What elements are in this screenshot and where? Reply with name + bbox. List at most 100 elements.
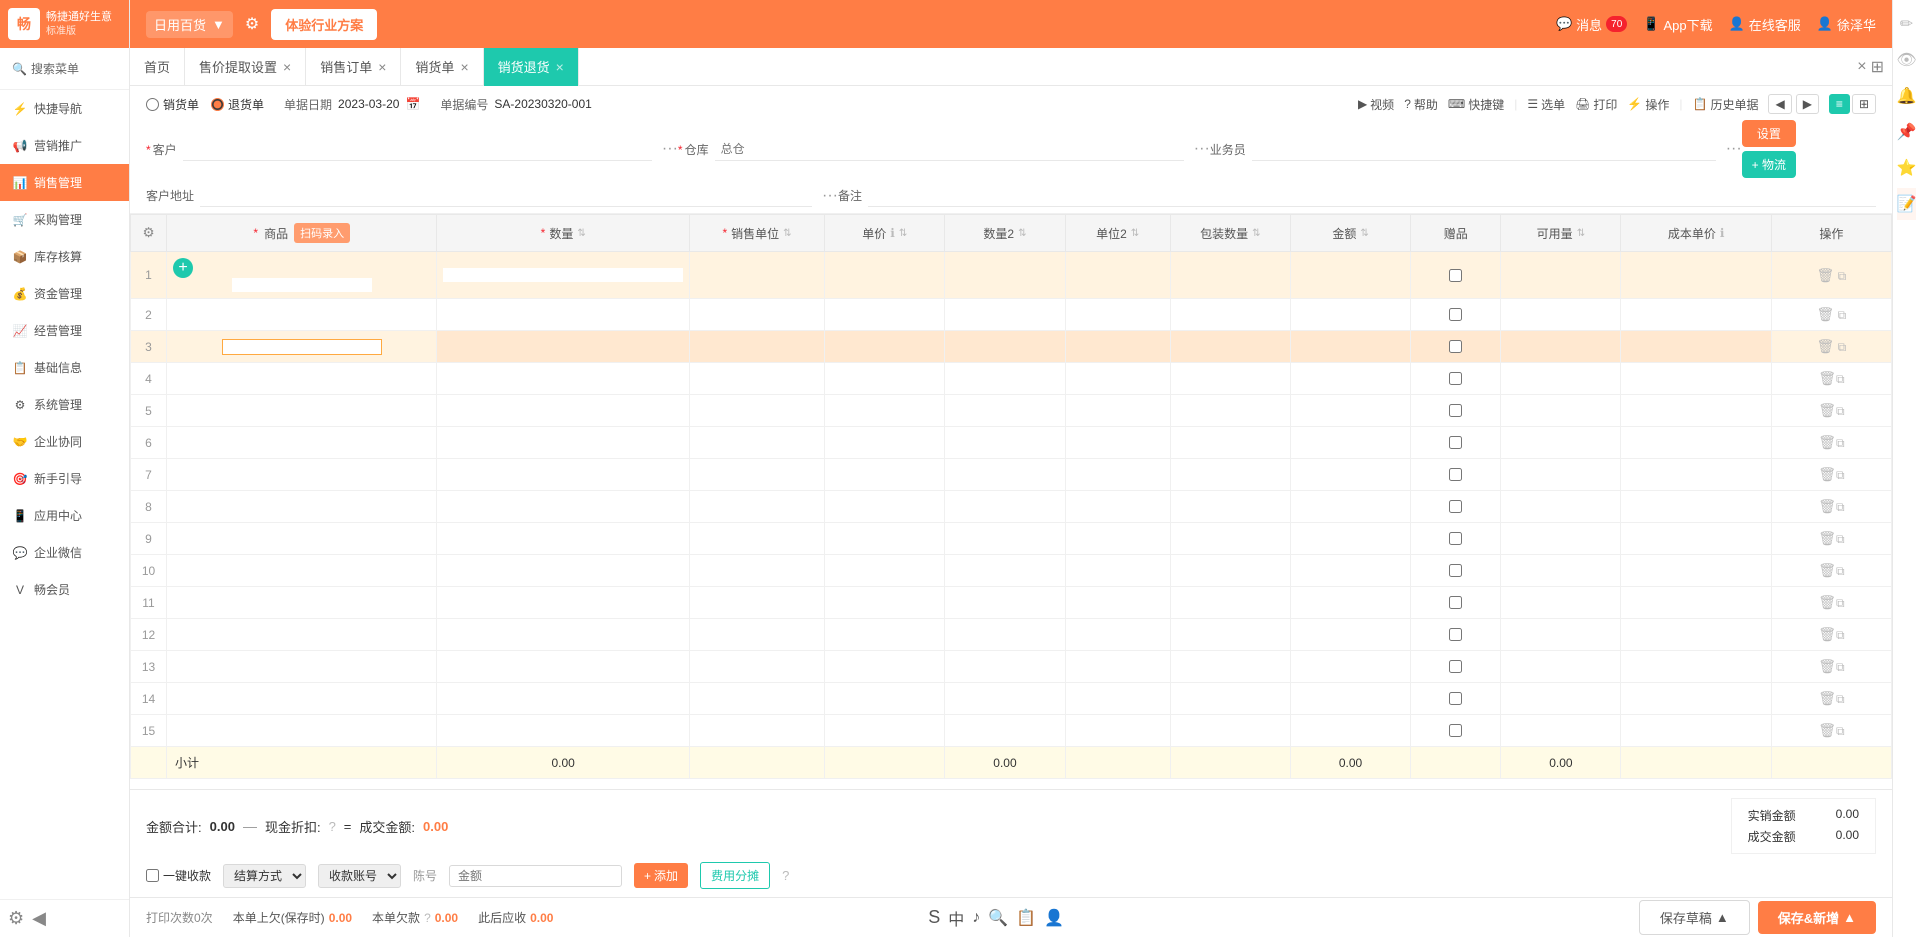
nav-item-wechat[interactable]: 💬 企业微信 <box>0 534 129 571</box>
delete-row-7-button[interactable]: 🗑 <box>1818 466 1836 483</box>
s-icon6[interactable]: 👤 <box>1044 908 1064 928</box>
settings-button[interactable]: 设置 <box>1742 120 1796 147</box>
tab-close-sale-price[interactable]: × <box>283 59 291 75</box>
rp-edit-button[interactable]: ✏ <box>1900 8 1913 40</box>
print-button[interactable]: 🖨 打印 <box>1575 96 1617 113</box>
calendar-icon[interactable]: 📅 <box>405 97 420 111</box>
delete-row-14-button[interactable]: 🗑 <box>1818 690 1836 707</box>
column-settings-button[interactable]: ⚙ <box>143 225 155 241</box>
copy-row-8-button[interactable]: ⧉ <box>1836 500 1845 515</box>
nav-item-marketing[interactable]: 📢 营销推广 <box>0 127 129 164</box>
nav-item-appstore[interactable]: 📱 应用中心 <box>0 497 129 534</box>
gift-checkbox-1[interactable] <box>1449 269 1462 282</box>
qty-sort-icon[interactable]: ⇅ <box>577 228 585 239</box>
add-payment-button[interactable]: + 添加 <box>634 863 688 888</box>
tab-home[interactable]: 首页 <box>130 48 185 86</box>
tab-sale-order[interactable]: 销售订单 × <box>306 48 401 86</box>
save-draft-button[interactable]: 保存草稿 ▲ <box>1639 900 1750 935</box>
delete-row-4-button[interactable]: 🗑 <box>1818 370 1836 387</box>
message-button[interactable]: 💬 消息 70 <box>1556 15 1627 34</box>
qty2-sort-icon[interactable]: ⇅ <box>1018 228 1026 239</box>
sale-radio[interactable] <box>146 98 159 111</box>
list-view-button[interactable]: ≡ <box>1829 94 1850 114</box>
copy-row-3-button[interactable]: ⧉ <box>1838 340 1847 355</box>
qty-input-1[interactable] <box>443 268 682 282</box>
s-icon3[interactable]: ♪ <box>972 909 980 927</box>
delete-row-10-button[interactable]: 🗑 <box>1818 562 1836 579</box>
payment-amount-input[interactable] <box>449 865 622 887</box>
copy-row-14-button[interactable]: ⧉ <box>1836 692 1845 707</box>
copy-row-4-button[interactable]: ⧉ <box>1836 372 1845 387</box>
help-button[interactable]: ? 帮助 <box>1404 96 1438 113</box>
grid-view-button[interactable]: ⊞ <box>1852 94 1876 114</box>
operate-button[interactable]: ⚡ 操作 <box>1627 96 1669 113</box>
rp-pin-button[interactable]: 📌 <box>1897 116 1917 148</box>
gift-checkbox-5[interactable] <box>1449 404 1462 417</box>
address-dots-button[interactable]: ··· <box>822 187 838 205</box>
delete-row-3-button[interactable]: 🗑 <box>1817 338 1835 355</box>
gift-checkbox-7[interactable] <box>1449 468 1462 481</box>
s-icon1[interactable]: S <box>928 907 940 928</box>
amount-sort-icon[interactable]: ⇅ <box>1360 228 1368 239</box>
nav-item-basic[interactable]: 📋 基础信息 <box>0 349 129 386</box>
tab-close-sale-delivery[interactable]: × <box>460 59 468 75</box>
add-product-button[interactable]: + <box>173 258 193 278</box>
delete-row-8-button[interactable]: 🗑 <box>1818 498 1836 515</box>
delete-row-13-button[interactable]: 🗑 <box>1818 658 1836 675</box>
delete-row-1-button[interactable]: 🗑 <box>1817 267 1835 284</box>
gift-checkbox-4[interactable] <box>1449 372 1462 385</box>
tab-sale-price[interactable]: 售价提取设置 × <box>185 48 306 86</box>
user-menu-button[interactable]: 👤 徐泽华 <box>1817 15 1876 34</box>
gift-checkbox-8[interactable] <box>1449 500 1462 513</box>
copy-row-12-button[interactable]: ⧉ <box>1836 628 1845 643</box>
gift-checkbox-11[interactable] <box>1449 596 1462 609</box>
s-icon4[interactable]: 🔍 <box>988 908 1008 928</box>
gift-checkbox-14[interactable] <box>1449 692 1462 705</box>
warehouse-dots-button[interactable]: ··· <box>1194 140 1210 158</box>
nav-item-finance[interactable]: 💰 资金管理 <box>0 275 129 312</box>
delete-row-12-button[interactable]: 🗑 <box>1818 626 1836 643</box>
fee-help-icon[interactable]: ? <box>782 868 789 883</box>
unit2-sort-icon[interactable]: ⇅ <box>1131 228 1139 239</box>
sidebar-settings-button[interactable]: ⚙ <box>8 908 24 929</box>
tab-close-sale-return[interactable]: × <box>556 59 564 75</box>
copy-row-9-button[interactable]: ⧉ <box>1836 532 1845 547</box>
online-service-button[interactable]: 👤 在线客服 <box>1729 15 1801 34</box>
settlement-select[interactable]: 结算方式 <box>223 864 306 888</box>
select-button[interactable]: ☰ 选单 <box>1527 96 1565 113</box>
app-download-button[interactable]: 📱 App下载 <box>1643 15 1712 34</box>
remark-input[interactable] <box>868 184 1876 207</box>
fee-split-button[interactable]: 费用分摊 <box>700 862 770 889</box>
gift-checkbox-13[interactable] <box>1449 660 1462 673</box>
delete-row-15-button[interactable]: 🗑 <box>1818 722 1836 739</box>
tab-sale-delivery[interactable]: 销货单 × <box>401 48 483 86</box>
unit-sort-icon[interactable]: ⇅ <box>783 228 791 239</box>
copy-row-11-button[interactable]: ⧉ <box>1836 596 1845 611</box>
one-click-pay-input[interactable] <box>146 869 159 882</box>
available-sort-icon[interactable]: ⇅ <box>1577 228 1585 239</box>
save-new-button[interactable]: 保存&新增 ▲ <box>1758 901 1876 934</box>
nav-item-purchase[interactable]: 🛒 采购管理 <box>0 201 129 238</box>
rp-active-button[interactable]: 📝 <box>1897 188 1917 220</box>
tab-sale-return[interactable]: 销货退货 × <box>484 48 579 86</box>
gift-checkbox-2[interactable] <box>1449 308 1462 321</box>
packqty-sort-icon[interactable]: ⇅ <box>1252 228 1260 239</box>
product-input-3[interactable] <box>222 339 382 355</box>
copy-row-2-button[interactable]: ⧉ <box>1838 308 1847 323</box>
gift-checkbox-15[interactable] <box>1449 724 1462 737</box>
return-radio-label[interactable]: 退货单 <box>211 96 264 113</box>
rp-bell-button[interactable]: 🔔 <box>1897 80 1917 112</box>
prev-record-button[interactable]: ◀ <box>1768 94 1791 114</box>
staff-dots-button[interactable]: ··· <box>1726 140 1742 158</box>
history-button[interactable]: 📋 历史单据 <box>1692 96 1758 113</box>
rp-star-button[interactable]: ⭐ <box>1897 152 1917 184</box>
nav-item-quicknav[interactable]: ⚡ 快捷导航 <box>0 90 129 127</box>
nav-item-system[interactable]: ⚙ 系统管理 <box>0 386 129 423</box>
tab-close-sale-order[interactable]: × <box>378 59 386 75</box>
delete-row-9-button[interactable]: 🗑 <box>1818 530 1836 547</box>
nav-item-newuser[interactable]: 🎯 新手引导 <box>0 460 129 497</box>
sale-radio-label[interactable]: 销货单 <box>146 96 199 113</box>
one-click-pay-checkbox[interactable]: 一键收款 <box>146 867 211 884</box>
price-sort-icon[interactable]: ⇅ <box>899 228 907 239</box>
s-icon2[interactable]: 中 <box>948 906 964 930</box>
